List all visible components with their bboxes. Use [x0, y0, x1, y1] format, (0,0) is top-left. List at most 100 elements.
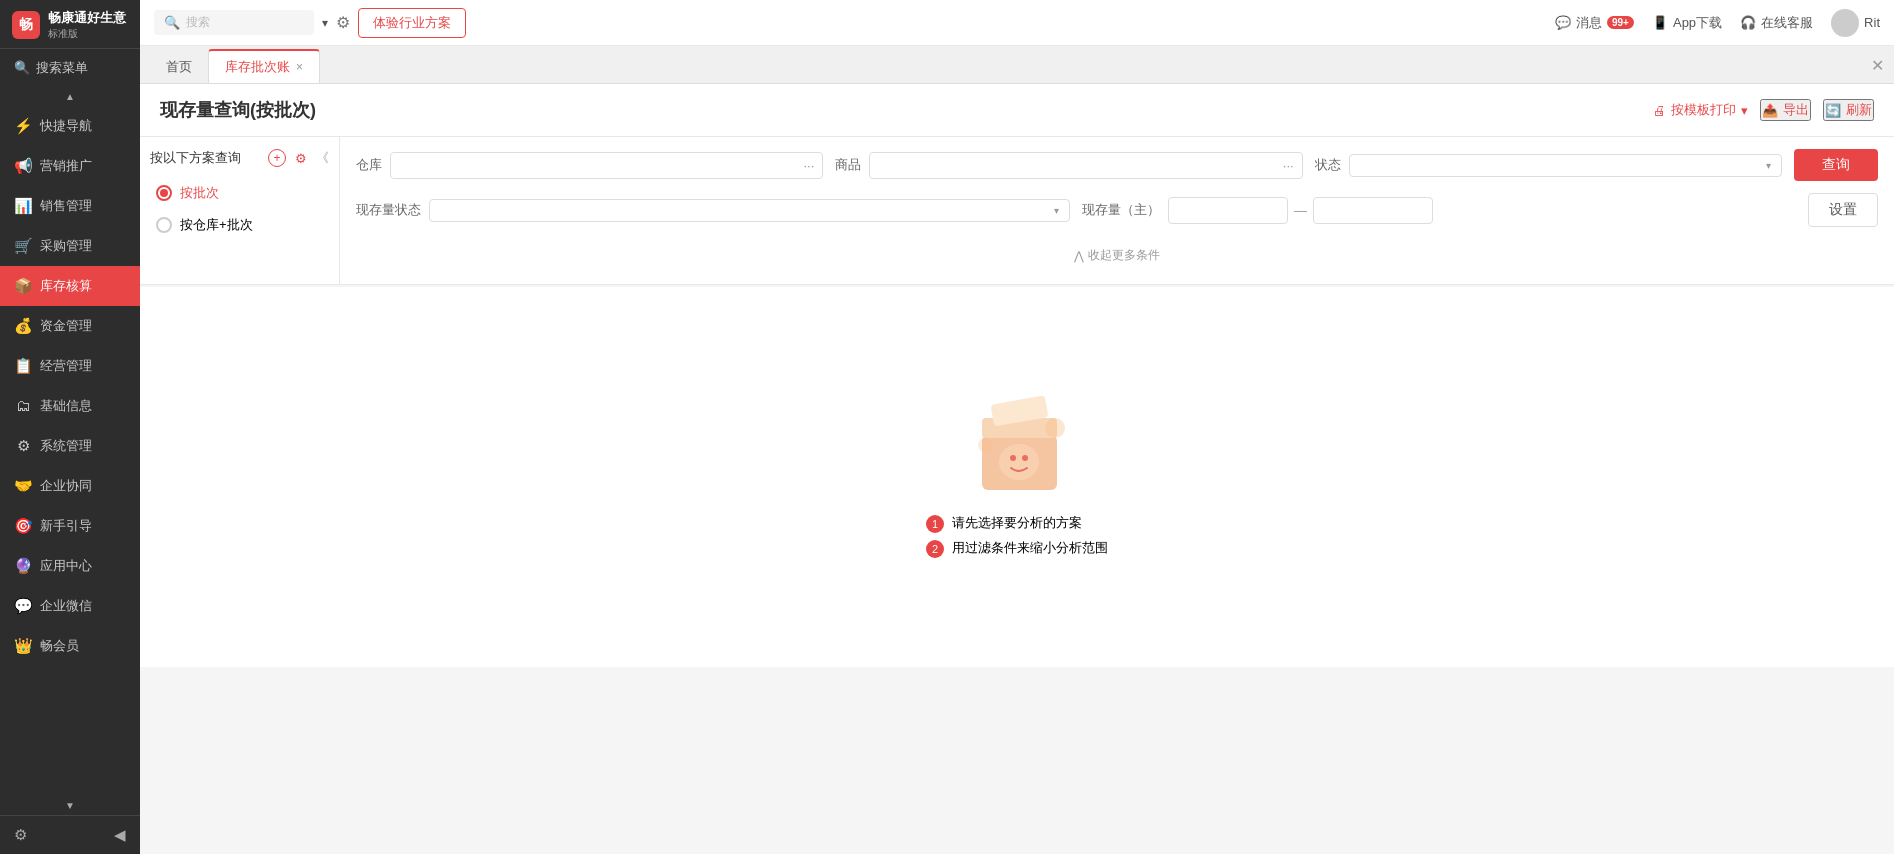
sidebar-item-apps[interactable]: 🔮 应用中心	[0, 546, 140, 586]
sidebar-bottom: ⚙ ◀	[0, 815, 140, 854]
empty-svg	[967, 390, 1077, 500]
user-name: Rit	[1864, 15, 1880, 30]
user-avatar[interactable]: Rit	[1831, 9, 1880, 37]
messages-btn[interactable]: 💬 消息 99+	[1555, 14, 1634, 32]
plan-batch-label: 按批次	[180, 184, 219, 202]
stock-qty-field: 现存量（主） —	[1082, 197, 1796, 224]
topbar-search-box[interactable]: 🔍 搜索	[154, 10, 314, 35]
query-btn[interactable]: 查询	[1794, 149, 1878, 181]
warehouse-input[interactable]	[391, 153, 795, 178]
refresh-label: 刷新	[1846, 101, 1872, 119]
online-service-btn[interactable]: 🎧 在线客服	[1740, 14, 1813, 32]
home-tab-label: 首页	[166, 58, 192, 76]
sidebar-item-label: 快捷导航	[40, 117, 92, 135]
tabbar-close-all-btn[interactable]: ✕	[1871, 55, 1884, 74]
print-label: 按模板打印	[1671, 101, 1736, 119]
sidebar-item-label: 基础信息	[40, 397, 92, 415]
settings-icon[interactable]: ⚙	[14, 826, 27, 844]
step-2-num: 2	[926, 540, 944, 558]
add-scheme-btn[interactable]: +	[268, 149, 286, 167]
topbar-right: 💬 消息 99+ 📱 App下载 🎧 在线客服 Rit	[1555, 9, 1880, 37]
scheme-collapse-icon[interactable]: 《	[316, 149, 329, 167]
stock-status-select[interactable]: ▾	[429, 199, 1070, 222]
page-content: 现存量查询(按批次) 🖨 按模板打印 ▾ 📤 导出 🔄 刷新	[140, 84, 1894, 854]
scheme-actions: + ⚙ 《	[268, 149, 329, 167]
sidebar-item-marketing[interactable]: 📢 营销推广	[0, 146, 140, 186]
app-logo: 畅	[12, 11, 40, 39]
settings-btn[interactable]: 设置	[1808, 193, 1878, 227]
filter-fields: 仓库 ··· 商品 ···	[340, 137, 1894, 284]
svg-point-6	[1010, 455, 1016, 461]
product-label: 商品	[835, 156, 861, 174]
message-icon: 💬	[1555, 15, 1571, 30]
sidebar-item-vip[interactable]: 👑 畅会员	[0, 626, 140, 666]
sidebar-item-operation[interactable]: 📋 经营管理	[0, 346, 140, 386]
sidebar-item-system[interactable]: ⚙ 系统管理	[0, 426, 140, 466]
stock-qty-max[interactable]	[1313, 197, 1433, 224]
topbar-dropdown-icon[interactable]: ▾	[322, 16, 328, 30]
page-header-actions: 🖨 按模板打印 ▾ 📤 导出 🔄 刷新	[1653, 99, 1874, 121]
collapse-conditions-btn[interactable]: ⋀ 收起更多条件	[356, 239, 1878, 272]
tab-inventory-batch[interactable]: 库存批次账 ×	[208, 49, 320, 83]
wechat-icon: 💬	[14, 597, 32, 615]
sidebar-item-sales[interactable]: 📊 销售管理	[0, 186, 140, 226]
system-icon: ⚙	[14, 437, 32, 455]
phone-icon: 📱	[1652, 15, 1668, 30]
stock-status-label: 现存量状态	[356, 201, 421, 219]
export-btn[interactable]: 📤 导出	[1760, 99, 1811, 121]
refresh-btn[interactable]: 🔄 刷新	[1823, 99, 1874, 121]
main-area: 🔍 搜索 ▾ ⚙ 体验行业方案 💬 消息 99+ 📱 App下载 🎧 在线客服	[140, 0, 1894, 854]
warehouse-field: 仓库 ···	[356, 152, 823, 179]
scheme-settings-icon[interactable]: ⚙	[292, 149, 310, 167]
sidebar-search[interactable]: 🔍 搜索菜单	[0, 49, 140, 87]
app-download-btn[interactable]: 📱 App下载	[1652, 14, 1722, 32]
empty-step-1: 1 请先选择要分析的方案	[926, 514, 1108, 533]
warehouse-more-icon[interactable]: ···	[795, 158, 822, 173]
brand-name: 畅康通好生意	[48, 10, 126, 27]
sidebar-item-inventory[interactable]: 📦 库存核算	[0, 266, 140, 306]
collapse-up-icon: ⋀	[1074, 249, 1084, 263]
newbie-icon: 🎯	[14, 517, 32, 535]
print-btn[interactable]: 🖨 按模板打印 ▾	[1653, 101, 1748, 119]
sidebar-item-purchase[interactable]: 🛒 采购管理	[0, 226, 140, 266]
empty-steps: 1 请先选择要分析的方案 2 用过滤条件来缩小分析范围	[926, 514, 1108, 564]
sidebar-item-label: 企业协同	[40, 477, 92, 495]
avatar-image	[1831, 9, 1859, 37]
basic-icon: 🗂	[14, 397, 32, 415]
sidebar-item-enterprise[interactable]: 🤝 企业协同	[0, 466, 140, 506]
product-more-icon[interactable]: ···	[1275, 158, 1302, 173]
printer-icon: 🖨	[1653, 103, 1666, 118]
sidebar-item-finance[interactable]: 💰 资金管理	[0, 306, 140, 346]
status-select[interactable]: ▾	[1349, 154, 1782, 177]
plan-by-batch[interactable]: 按批次	[150, 177, 329, 209]
print-dropdown-icon[interactable]: ▾	[1741, 103, 1748, 118]
plan-by-warehouse-batch[interactable]: 按仓库+批次	[150, 209, 329, 241]
filter-scheme-panel: 按以下方案查询 + ⚙ 《 按批次 按仓库+批次	[140, 137, 340, 284]
sidebar-item-quick-nav[interactable]: ⚡ 快捷导航	[0, 106, 140, 146]
product-input[interactable]	[870, 153, 1274, 178]
tab-close-icon[interactable]: ×	[296, 61, 303, 73]
enterprise-icon: 🤝	[14, 477, 32, 495]
status-field: 状态 ▾	[1315, 154, 1782, 177]
step-1-text: 请先选择要分析的方案	[952, 514, 1082, 532]
headset-icon: 🎧	[1740, 15, 1756, 30]
empty-illustration	[967, 390, 1067, 490]
page-title: 现存量查询(按批次)	[160, 98, 316, 122]
refresh-icon: 🔄	[1825, 103, 1841, 118]
brand-info: 畅康通好生意 标准版	[48, 10, 126, 40]
stock-qty-min[interactable]	[1168, 197, 1288, 224]
scroll-up-btn[interactable]: ▲	[0, 87, 140, 106]
experience-btn[interactable]: 体验行业方案	[358, 8, 466, 38]
sidebar-nav: ⚡ 快捷导航 📢 营销推广 📊 销售管理 🛒 采购管理 📦 库存核算 💰 资金管…	[0, 106, 140, 796]
sidebar-item-newbie[interactable]: 🎯 新手引导	[0, 506, 140, 546]
tab-home[interactable]: 首页	[150, 51, 208, 83]
svg-point-7	[1022, 455, 1028, 461]
sidebar-item-basic[interactable]: 🗂 基础信息	[0, 386, 140, 426]
collapse-sidebar-icon[interactable]: ◀	[114, 826, 126, 844]
status-label: 状态	[1315, 156, 1341, 174]
scroll-down-btn[interactable]: ▼	[0, 796, 140, 815]
sidebar-item-wechat[interactable]: 💬 企业微信	[0, 586, 140, 626]
online-service-label: 在线客服	[1761, 14, 1813, 32]
topbar-gear-icon[interactable]: ⚙	[336, 13, 350, 32]
product-input-group: ···	[869, 152, 1302, 179]
